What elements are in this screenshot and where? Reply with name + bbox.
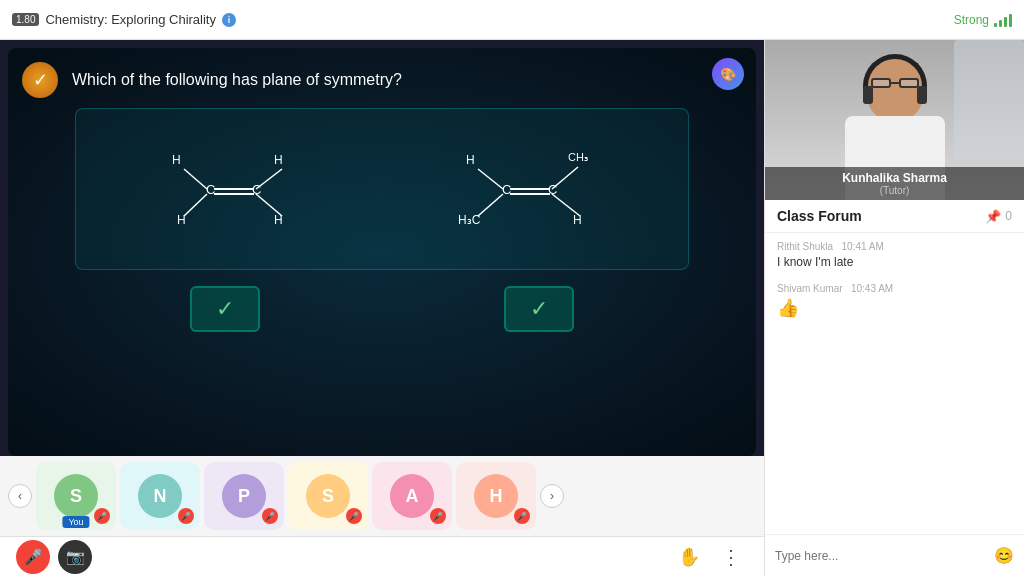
mic-button[interactable]: 🎤	[16, 540, 50, 574]
question-text: Which of the following has plane of symm…	[72, 71, 402, 89]
svg-line-11	[256, 194, 282, 216]
pin-icon: 📌	[985, 209, 1001, 224]
participant-tile: H 🎤	[456, 462, 536, 530]
tutor-role: (Tutor)	[773, 185, 1016, 196]
top-bar-left: 1.80 Chemistry: Exploring Chirality i	[12, 12, 236, 27]
svg-line-20	[478, 169, 503, 189]
forum-input-row[interactable]: 😊	[765, 534, 1024, 576]
svg-line-23	[552, 194, 580, 216]
message-meta: Shivam Kumar 10:43 AM	[777, 283, 1012, 294]
participant-avatar: H	[474, 474, 518, 518]
question-header: ✓ Which of the following has plane of sy…	[8, 48, 756, 108]
participant-tile: N 🎤	[120, 462, 200, 530]
camera-button[interactable]: 📷	[58, 540, 92, 574]
mute-icon: 🎤	[514, 508, 530, 524]
pin-count: 0	[1005, 209, 1012, 223]
page-title: Chemistry: Exploring Chirality	[45, 12, 216, 27]
svg-text:H: H	[274, 153, 283, 167]
molecule-2-svg: C C H H₃C CH₃ H	[430, 129, 630, 249]
participant-avatar: N	[138, 474, 182, 518]
tutor-name-bar: Kunhalika Sharma (Tutor)	[765, 167, 1024, 200]
svg-line-8	[184, 169, 207, 189]
message-time: 10:43 AM	[851, 283, 893, 294]
svg-text:H₃C: H₃C	[458, 213, 481, 227]
forum-input[interactable]	[775, 549, 986, 563]
message-sender: Shivam Kumar	[777, 283, 843, 294]
media-controls: 🎤 📷	[16, 540, 92, 574]
signal-area: Strong	[954, 13, 1012, 27]
right-panel: Kunhalika Sharma (Tutor) Class Forum 📌 0…	[764, 40, 1024, 576]
forum-header: Class Forum 📌 0	[765, 200, 1024, 233]
slide-background: ✓ Which of the following has plane of sy…	[8, 48, 756, 456]
participant-avatar: S	[54, 474, 98, 518]
more-options-button[interactable]: ⋮	[714, 540, 748, 574]
mute-icon: 🎤	[94, 508, 110, 524]
bottom-controls: 🎤 📷 ✋ ⋮	[0, 536, 764, 576]
participant-tile: S You 🎤	[36, 462, 116, 530]
signal-bars-icon	[994, 13, 1012, 27]
participant-avatar: S	[306, 474, 350, 518]
molecules-row: C C H H H H	[86, 129, 677, 249]
check-circle-icon: ✓	[22, 62, 58, 98]
svg-line-21	[478, 194, 503, 216]
info-icon[interactable]: i	[222, 13, 236, 27]
forum-title: Class Forum	[777, 208, 862, 224]
mute-icon: 🎤	[346, 508, 362, 524]
participant-tile: P 🎤	[204, 462, 284, 530]
svg-line-9	[184, 194, 207, 216]
message-item: Shivam Kumar 10:43 AM 👍	[777, 283, 1012, 319]
emoji-picker-button[interactable]: 😊	[994, 546, 1014, 565]
mute-icon: 🎤	[430, 508, 446, 524]
svg-text:H: H	[573, 213, 582, 227]
action-controls: ✋ ⋮	[672, 540, 748, 574]
svg-text:C: C	[502, 182, 511, 197]
svg-line-22	[552, 167, 578, 189]
answer-btn-1[interactable]: ✓	[190, 286, 260, 332]
slide-area: ✓ Which of the following has plane of sy…	[8, 48, 756, 456]
participants-bar: ‹ S You 🎤 N 🎤 P 🎤 S 🎤 A 🎤	[0, 456, 764, 536]
you-badge: You	[62, 516, 89, 528]
mute-icon: 🎤	[262, 508, 278, 524]
message-time: 10:41 AM	[841, 241, 883, 252]
answer-btn-2[interactable]: ✓	[504, 286, 574, 332]
version-badge: 1.80	[12, 13, 39, 26]
participant-avatar: A	[390, 474, 434, 518]
message-sender: Rithit Shukla	[777, 241, 833, 252]
svg-text:H: H	[172, 153, 181, 167]
slide-avatar: 🎨	[712, 58, 744, 90]
answer-row: ✓ ✓	[8, 286, 756, 332]
raise-hand-button[interactable]: ✋	[672, 540, 706, 574]
message-meta: Rithit Shukla 10:41 AM	[777, 241, 1012, 252]
tutor-video: Kunhalika Sharma (Tutor)	[765, 40, 1024, 200]
left-panel: ✓ Which of the following has plane of sy…	[0, 40, 764, 576]
forum-messages: Rithit Shukla 10:41 AM I know I'm late S…	[765, 233, 1024, 534]
participant-tile: A 🎤	[372, 462, 452, 530]
svg-text:C: C	[206, 182, 215, 197]
prev-participant-button[interactable]: ‹	[8, 484, 32, 508]
message-text: I know I'm late	[777, 255, 1012, 269]
mute-icon: 🎤	[178, 508, 194, 524]
pin-area: 📌 0	[985, 209, 1012, 224]
signal-label: Strong	[954, 13, 989, 27]
message-text: 👍	[777, 297, 1012, 319]
molecule-box: C C H H H H	[75, 108, 688, 270]
participant-avatar: P	[222, 474, 266, 518]
svg-text:CH₃: CH₃	[568, 151, 588, 163]
message-item: Rithit Shukla 10:41 AM I know I'm late	[777, 241, 1012, 269]
svg-line-10	[256, 169, 282, 189]
tutor-name: Kunhalika Sharma	[773, 171, 1016, 185]
participant-tile: S 🎤	[288, 462, 368, 530]
main-content: ✓ Which of the following has plane of sy…	[0, 40, 1024, 576]
molecule-1-svg: C C H H H H	[134, 129, 334, 249]
top-bar: 1.80 Chemistry: Exploring Chirality i St…	[0, 0, 1024, 40]
svg-text:H: H	[466, 153, 475, 167]
next-participant-button[interactable]: ›	[540, 484, 564, 508]
